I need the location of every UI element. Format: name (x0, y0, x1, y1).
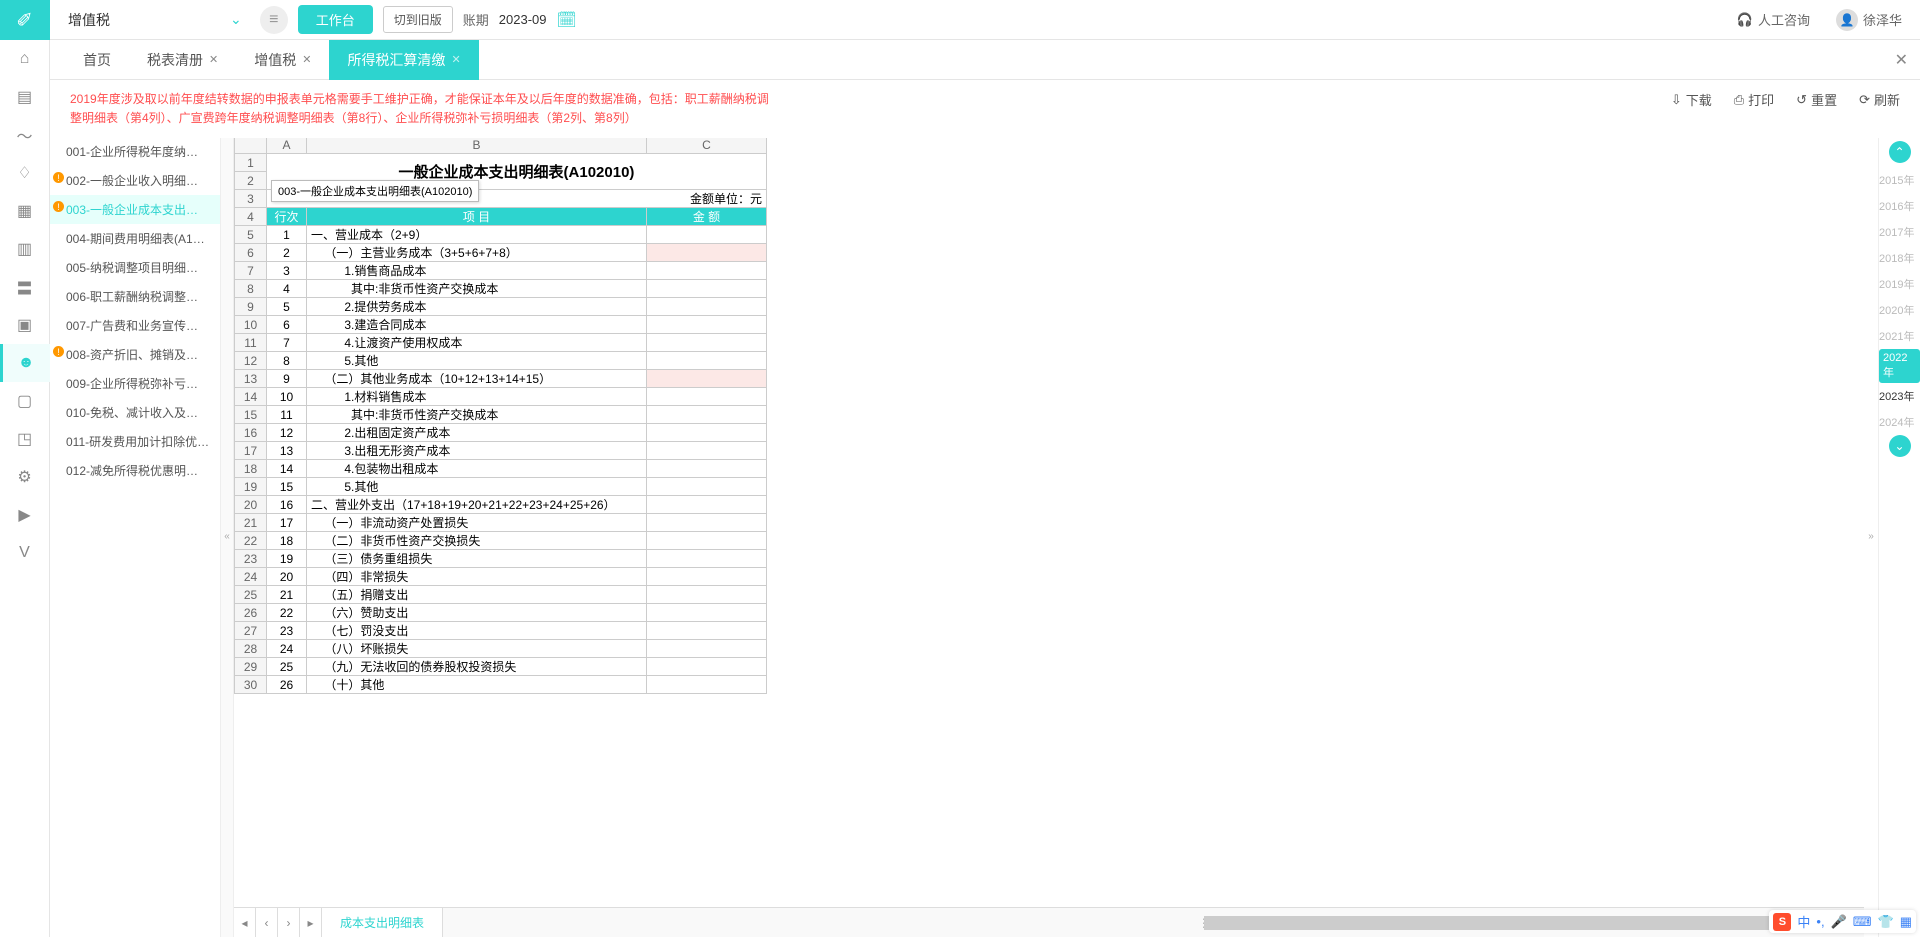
icon-sidebar: ✐ ⌂ ▤ 〜 ♢ ▦ ▥ 〓 ▣ ☻ ▢ ◳ ⚙ ▶ V (0, 0, 50, 937)
header-circle-button[interactable]: ≡ (260, 6, 288, 34)
nav-archive-icon[interactable]: ▢ (0, 382, 50, 420)
year-2021年[interactable]: 2021年 (1879, 323, 1920, 349)
tab-1[interactable]: 税表清册✕ (129, 40, 236, 80)
headset-icon: 🎧 (1737, 12, 1753, 28)
period-value: 2023-09 (499, 12, 547, 27)
form-item-2[interactable]: 003-一般企业成本支出明细... (50, 195, 220, 224)
year-2015年[interactable]: 2015年 (1879, 167, 1920, 193)
nav-clipboard-icon[interactable]: ▦ (0, 192, 50, 230)
year-2019年[interactable]: 2019年 (1879, 271, 1920, 297)
company-dropdown[interactable]: 增值税 ⌄ (60, 10, 250, 30)
toolbar: ⇩下载 ⎙打印 ↺重置 ⟳刷新 (1671, 90, 1900, 128)
year-2024年[interactable]: 2024年 (1879, 409, 1920, 435)
year-up-button[interactable]: ⌃ (1889, 141, 1911, 163)
ime-bar[interactable]: S 中 •, 🎤 ⌨ 👕 ▦ (1769, 910, 1916, 933)
year-2023年[interactable]: 2023年 (1879, 383, 1920, 409)
reset-icon: ↺ (1796, 92, 1807, 108)
print-button[interactable]: ⎙打印 (1734, 90, 1774, 109)
form-item-9[interactable]: 010-免税、减计收入及加计... (50, 398, 220, 427)
tab-bar: 首页税表清册✕增值税✕所得税汇算清缴✕ ✕ (50, 40, 1920, 80)
tab-2[interactable]: 增值税✕ (236, 40, 329, 80)
print-icon: ⎙ (1734, 92, 1744, 108)
download-button[interactable]: ⇩下载 (1671, 90, 1712, 109)
app-logo: ✐ (0, 0, 50, 40)
company-name: 增值税 (68, 10, 110, 30)
consult-button[interactable]: 🎧 人工咨询 (1729, 10, 1818, 29)
ime-mic-icon[interactable]: 🎤 (1831, 914, 1847, 930)
period-label: 账期 (463, 10, 489, 29)
form-item-6[interactable]: 007-广告费和业务宣传费跨... (50, 311, 220, 340)
form-item-5[interactable]: 006-职工薪酬纳税调整明细... (50, 282, 220, 311)
nav-report-icon[interactable]: ▥ (0, 230, 50, 268)
nav-home-icon[interactable]: ⌂ (0, 40, 50, 78)
tab-3[interactable]: 所得税汇算清缴✕ (329, 40, 478, 80)
nav-tax-icon[interactable]: ☻ (0, 344, 50, 382)
old-version-button[interactable]: 切到旧版 (383, 6, 453, 33)
close-all-tabs-icon[interactable]: ✕ (1895, 50, 1908, 70)
nav-building-icon[interactable]: 〓 (0, 268, 50, 306)
form-item-4[interactable]: 005-纳税调整项目明细表(A... (50, 253, 220, 282)
form-item-8[interactable]: 009-企业所得税弥补亏损明... (50, 369, 220, 398)
ime-keyboard-icon[interactable]: ⌨ (1853, 914, 1872, 930)
nav-calendar-icon[interactable]: ▣ (0, 306, 50, 344)
forms-list: 001-企业所得税年度纳税申...002-一般企业收入明细表(A...003-一… (50, 135, 220, 937)
form-item-1[interactable]: 002-一般企业收入明细表(A... (50, 166, 220, 195)
nav-money-icon[interactable]: ♢ (0, 154, 50, 192)
download-icon: ⇩ (1671, 92, 1682, 108)
horizontal-scrollbar[interactable]: ⋮ (443, 916, 1864, 930)
year-down-button[interactable]: ⌄ (1889, 435, 1911, 457)
workbench-button[interactable]: 工作台 (298, 5, 373, 34)
year-2016年[interactable]: 2016年 (1879, 193, 1920, 219)
ime-toolbox-icon[interactable]: ▦ (1900, 914, 1912, 930)
year-2017年[interactable]: 2017年 (1879, 219, 1920, 245)
year-2018年[interactable]: 2018年 (1879, 245, 1920, 271)
form-item-0[interactable]: 001-企业所得税年度纳税申... (50, 137, 220, 166)
calendar-icon[interactable]: 🗓 (557, 10, 577, 30)
expand-handle-right[interactable]: » (1864, 135, 1878, 937)
nav-doc-icon[interactable]: ▤ (0, 78, 50, 116)
username: 徐泽华 (1863, 10, 1902, 29)
year-2020年[interactable]: 2020年 (1879, 297, 1920, 323)
collapse-handle[interactable]: « (220, 135, 234, 937)
nav-video-icon[interactable]: ▶ (0, 496, 50, 534)
ime-logo-icon: S (1773, 913, 1791, 931)
avatar-icon: 👤 (1836, 9, 1858, 31)
sheet-nav-next[interactable]: › (278, 908, 300, 937)
refresh-button[interactable]: ⟳刷新 (1859, 90, 1900, 109)
nav-gear-icon[interactable]: ⚙ (0, 458, 50, 496)
nav-inbox-icon[interactable]: ◳ (0, 420, 50, 458)
spreadsheet: ABC1一般企业成本支出明细表(A102010)003-一般企业成本支出明细表(… (234, 135, 1864, 937)
nav-v-icon[interactable]: V (0, 534, 50, 572)
close-icon[interactable]: ✕ (302, 53, 311, 66)
form-item-7[interactable]: 008-资产折旧、摊销及纳税... (50, 340, 220, 369)
sheet-nav-first[interactable]: ◂ (234, 908, 256, 937)
ime-punct-icon[interactable]: •, (1816, 914, 1824, 929)
form-item-3[interactable]: 004-期间费用明细表(A1040... (50, 224, 220, 253)
header: 增值税 ⌄ ≡ 工作台 切到旧版 账期 2023-09 🗓 🎧 人工咨询 👤 徐… (50, 0, 1920, 40)
sheet-nav-last[interactable]: ▸ (300, 908, 322, 937)
sheet-tabs: ◂ ‹ › ▸ 成本支出明细表 ⋮ (234, 907, 1864, 937)
user-menu[interactable]: 👤 徐泽华 (1828, 9, 1910, 31)
close-icon[interactable]: ✕ (209, 53, 218, 66)
ime-skin-icon[interactable]: 👕 (1878, 914, 1894, 930)
sheet-tab-active[interactable]: 成本支出明细表 (322, 908, 443, 937)
refresh-icon: ⟳ (1859, 92, 1870, 108)
form-item-10[interactable]: 011-研发费用加计扣除优惠... (50, 427, 220, 456)
tab-0[interactable]: 首页 (65, 40, 129, 80)
ime-lang[interactable]: 中 (1797, 912, 1810, 931)
warning-text: 2019年度涉及取以前年度结转数据的申报表单元格需要手工维护正确，才能保证本年及… (70, 90, 770, 128)
close-icon[interactable]: ✕ (451, 53, 460, 66)
year-rail: ⌃ 2015年2016年2017年2018年2019年2020年2021年202… (1878, 135, 1920, 937)
form-item-11[interactable]: 012-减免所得税优惠明细表(... (50, 456, 220, 485)
reset-button[interactable]: ↺重置 (1796, 90, 1837, 109)
chevron-down-icon: ⌄ (230, 11, 242, 28)
nav-chart-icon[interactable]: 〜 (0, 116, 50, 154)
sheet-nav-prev[interactable]: ‹ (256, 908, 278, 937)
year-2022年[interactable]: 2022年 (1879, 349, 1920, 383)
